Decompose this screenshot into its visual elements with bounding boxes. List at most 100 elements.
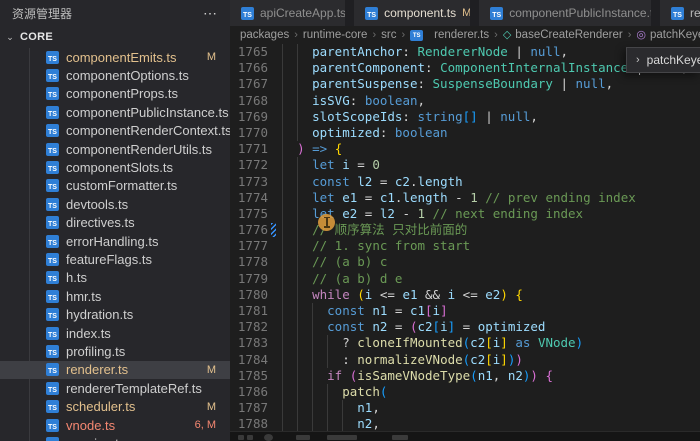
file-name: devtools.ts (66, 196, 129, 212)
explorer-sidebar: 资源管理器 ⋯ ⌄ CORE TS componentEmits.ts M TS com… (0, 0, 230, 441)
symbol-peek-label: patchKeye (646, 53, 700, 67)
line-number: 1769 (237, 108, 268, 124)
code-text: // (a b) c (282, 254, 387, 271)
sidebar-item-devtools-ts[interactable]: TS devtools.ts (0, 195, 230, 213)
tab-componentPublicInstance-ts[interactable]: TS componentPublicInstance.ts (479, 0, 651, 26)
sidebar-item-componentPublicInstance-ts[interactable]: TS componentPublicInstance.ts (0, 103, 230, 121)
chevron-right-icon: › (401, 29, 406, 41)
indent-guide (282, 254, 283, 271)
indent-guide (312, 319, 314, 336)
line-number: 1787 (237, 400, 268, 416)
git-status-badge: M (206, 363, 216, 376)
explorer-title: 资源管理器 (12, 6, 73, 21)
typescript-file-icon: TS (46, 289, 59, 303)
overlay-glyph (238, 435, 244, 440)
file-name: componentEmits.ts (66, 49, 177, 65)
code-line: 1773 const l2 = c2.length (230, 173, 700, 190)
tab-label: componentPublicInstance.ts (509, 6, 651, 20)
sidebar-item-componentEmits-ts[interactable]: TS componentEmits.ts M (0, 48, 230, 66)
sidebar-item-hmr-ts[interactable]: TS hmr.ts (0, 287, 230, 305)
sidebar-item-customFormatter-ts[interactable]: TS customFormatter.ts (0, 177, 230, 195)
breadcrumb-item-renderer-ts[interactable]: TS renderer.ts (410, 29, 489, 41)
typescript-file-icon: TS (46, 124, 59, 138)
indent-guide (297, 303, 299, 320)
typescript-file-icon: TS (46, 142, 59, 156)
file-name: componentRenderUtils.ts (66, 141, 212, 157)
tab-apiCreateApp-ts[interactable]: TS apiCreateApp.ts (230, 0, 346, 26)
code-text: // 顺序算法 只对比前面的 (282, 222, 467, 239)
code-line: 1778 // (a b) c (230, 254, 700, 271)
indent-guide (297, 351, 299, 368)
typescript-file-icon: TS (46, 400, 59, 414)
symbol-peek-widget[interactable]: › patchKeye (626, 47, 700, 73)
line-number: 1767 (237, 76, 268, 92)
gutter-marker-column (268, 125, 282, 141)
tab-component-ts[interactable]: TS component.ts M (354, 0, 471, 26)
indent-guide (282, 367, 283, 384)
tab-label: apiCreateApp.ts (260, 6, 346, 20)
sidebar-item-hydration-ts[interactable]: TS hydration.ts (0, 305, 230, 323)
sidebar-item-componentProps-ts[interactable]: TS componentProps.ts (0, 85, 230, 103)
sidebar-item-componentOptions-ts[interactable]: TS componentOptions.ts (0, 66, 230, 84)
line-number: 1775 (237, 205, 268, 221)
typescript-file-icon: TS (46, 271, 59, 285)
file-name: warning.ts (66, 436, 125, 441)
typescript-file-icon: TS (46, 105, 59, 119)
sidebar-item-componentRenderContext-ts[interactable]: TS componentRenderContext.ts (0, 122, 230, 140)
chevron-right-icon: › (636, 54, 640, 66)
chevron-right-icon: › (494, 29, 498, 41)
git-status-badge: M (206, 51, 216, 64)
line-number: 1778 (237, 254, 268, 270)
sidebar-item-h-ts[interactable]: TS h.ts (0, 269, 230, 287)
gutter-marker-column (268, 287, 282, 303)
indent-guide (297, 205, 299, 223)
indent-guide (282, 335, 283, 352)
sidebar-item-warning-ts[interactable]: TS warning.ts (0, 434, 230, 441)
line-number: 1768 (237, 92, 268, 108)
sidebar-item-profiling-ts[interactable]: TS profiling.ts (0, 342, 230, 360)
indent-guide (327, 400, 329, 417)
indent-guide (312, 367, 314, 384)
sidebar-item-renderer-ts[interactable]: TS renderer.ts M (0, 360, 230, 380)
typescript-file-icon: TS (46, 87, 59, 101)
sidebar-item-errorHandling-ts[interactable]: TS errorHandling.ts (0, 232, 230, 250)
typescript-file-icon: TS (46, 234, 59, 248)
code-line: 1775 let e2 = l2 - 1 // next ending inde… (230, 205, 700, 223)
indent-guide (297, 367, 299, 384)
code-editor[interactable]: 1765 parentAnchor: RendererNode | null, 1… (230, 44, 700, 441)
indent-guide (327, 383, 329, 401)
sidebar-item-rendererTemplateRef-ts[interactable]: TS rendererTemplateRef.ts (0, 379, 230, 397)
typescript-file-icon: TS (46, 344, 59, 358)
gutter-marker-column (268, 44, 282, 60)
sidebar-item-componentRenderUtils-ts[interactable]: TS componentRenderUtils.ts (0, 140, 230, 158)
tab-re[interactable]: TS re (660, 0, 700, 26)
code-text: const n2 = (c2[i] = optimized (282, 319, 545, 336)
breadcrumb-item-src[interactable]: src (381, 29, 396, 41)
breadcrumb-item-runtime-core[interactable]: runtime-core (303, 29, 368, 41)
file-name: rendererTemplateRef.ts (66, 380, 202, 396)
section-header-core[interactable]: ⌄ CORE (0, 28, 230, 46)
gutter-marker-column (268, 93, 282, 109)
more-actions-icon[interactable]: ⋯ (203, 5, 218, 22)
line-number: 1774 (237, 189, 268, 205)
indent-guide (297, 157, 299, 174)
breadcrumb-item-baseCreateRenderer[interactable]: ◇ baseCreateRenderer (503, 29, 623, 41)
sidebar-item-componentSlots-ts[interactable]: TS componentSlots.ts (0, 158, 230, 176)
indent-guide (297, 124, 299, 142)
sidebar-item-index-ts[interactable]: TS index.ts (0, 324, 230, 342)
typescript-file-icon: TS (46, 179, 59, 193)
tab-bar: TS apiCreateApp.ts TS component.ts M TS compon… (230, 0, 700, 26)
sidebar-item-scheduler-ts[interactable]: TS scheduler.ts M (0, 397, 230, 415)
sidebar-item-featureFlags-ts[interactable]: TS featureFlags.ts (0, 250, 230, 268)
indent-guide (282, 92, 283, 109)
sidebar-item-vnode-ts[interactable]: TS vnode.ts 6, M (0, 416, 230, 434)
indent-guide (282, 383, 283, 401)
breadcrumb-item-packages[interactable]: packages (240, 29, 289, 41)
breadcrumb-item-patchKeyedChild[interactable]: ◎patchKeyedChild (636, 29, 700, 41)
sidebar-item-directives-ts[interactable]: TS directives.ts (0, 214, 230, 232)
code-line: 1767 parentSuspense: SuspenseBoundary | … (230, 76, 700, 93)
indent-guide (282, 400, 283, 417)
file-name: profiling.ts (66, 343, 126, 359)
line-number: 1770 (237, 124, 268, 140)
gutter-marker-column (268, 60, 282, 76)
